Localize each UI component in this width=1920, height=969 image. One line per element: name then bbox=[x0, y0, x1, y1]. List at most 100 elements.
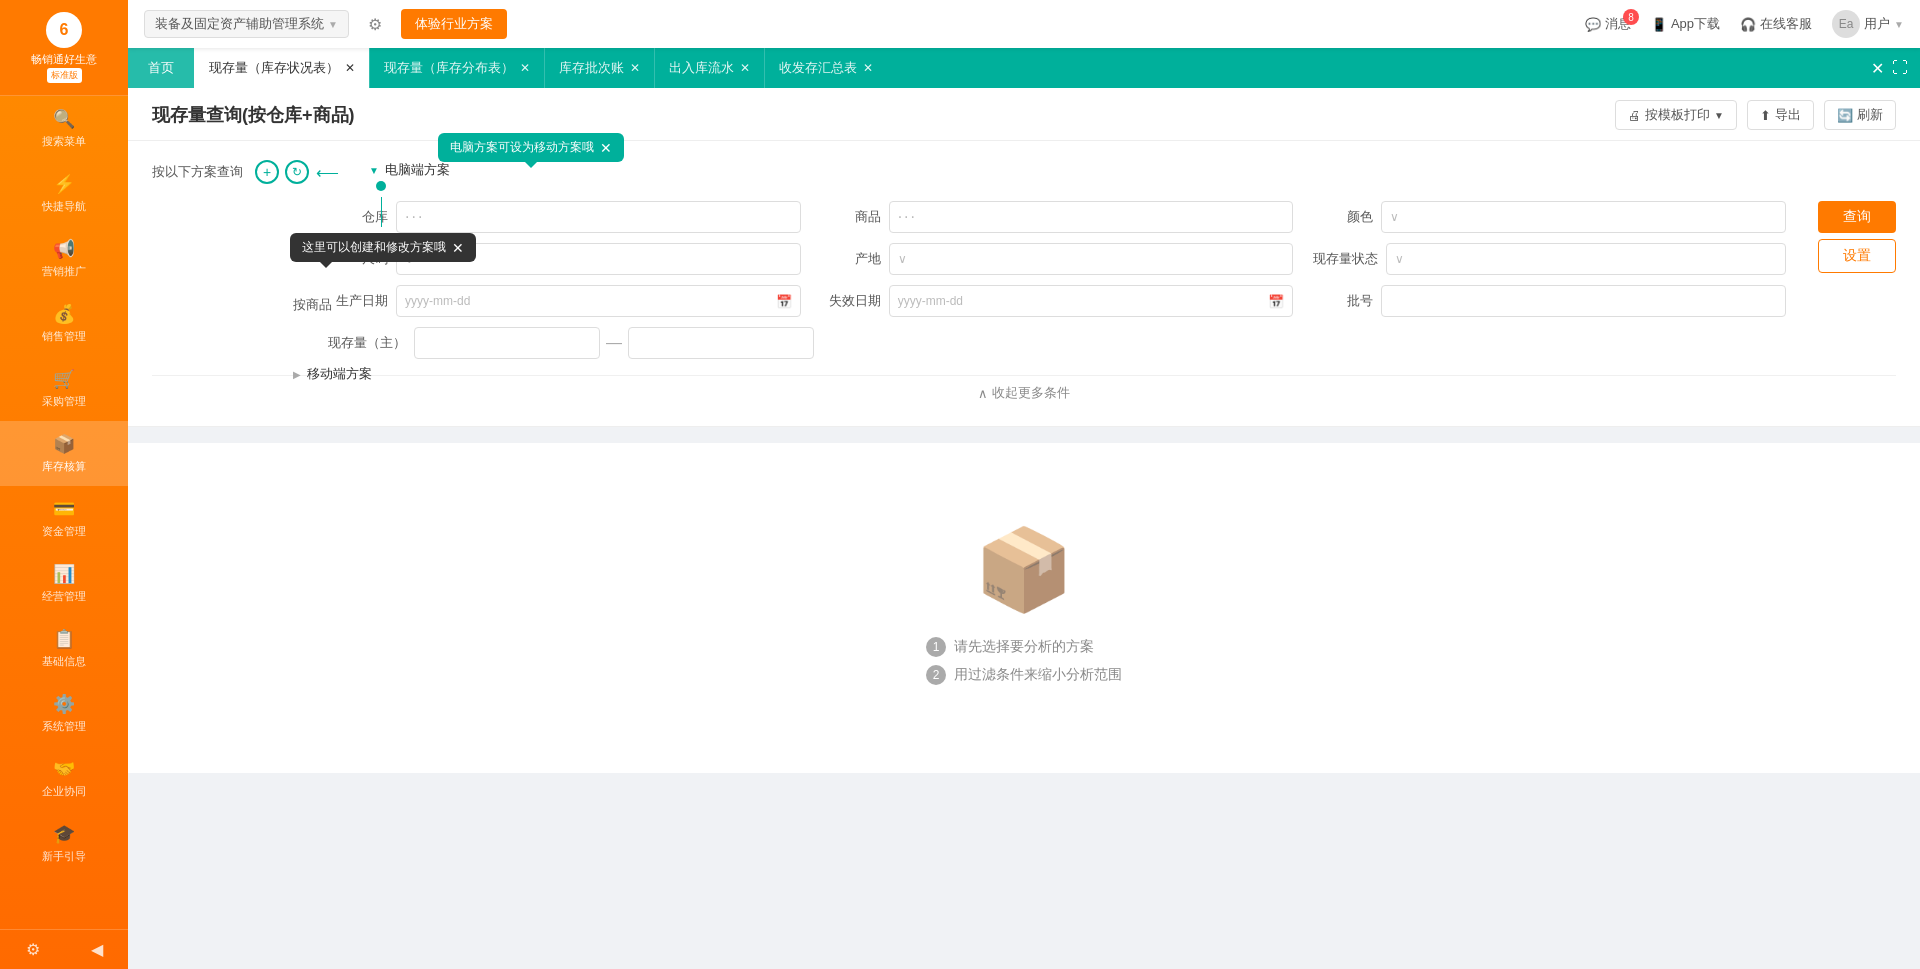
page-title-row: 现存量查询(按仓库+商品) 🖨 按模板打印 ▼ ⬆ 导出 🔄 刷新 bbox=[152, 100, 1896, 140]
search-menu-icon: 🔍 bbox=[53, 108, 75, 130]
scheme-group-mobile: ▶ 移动端方案 bbox=[293, 361, 372, 387]
tab-close-icon[interactable]: ✕ bbox=[863, 61, 873, 75]
maximize-button[interactable]: ⛶ bbox=[1892, 59, 1908, 77]
goods-input[interactable]: ··· bbox=[889, 201, 1294, 233]
tooltip-create-text: 这里可以创建和修改方案哦 bbox=[302, 239, 446, 256]
settings-button[interactable]: ⚙ bbox=[26, 940, 40, 959]
sidebar-item-search-menu[interactable]: 🔍 搜索菜单 bbox=[0, 96, 128, 161]
sidebar-item-guide[interactable]: 🎓 新手引导 bbox=[0, 811, 128, 876]
range-separator: — bbox=[606, 334, 622, 352]
scheme-group-header-mobile[interactable]: ▶ 移动端方案 bbox=[293, 361, 372, 387]
tab-collect-send[interactable]: 收发存汇总表 ✕ bbox=[764, 48, 887, 88]
tab-home[interactable]: 首页 bbox=[128, 48, 194, 88]
scheme-sub-item: 按商品 bbox=[293, 296, 332, 314]
tab-inventory-dist[interactable]: 现存量（库存分布表） ✕ bbox=[369, 48, 544, 88]
refresh-button[interactable]: 🔄 刷新 bbox=[1824, 100, 1896, 130]
goods-label: 商品 bbox=[821, 208, 881, 226]
sidebar-item-label: 新手引导 bbox=[42, 849, 86, 864]
step-num-1: 1 bbox=[926, 637, 946, 657]
message-button[interactable]: 💬 消息 8 bbox=[1585, 15, 1631, 33]
topbar-left: 装备及固定资产辅助管理系统 ▼ ⚙ 体验行业方案 bbox=[144, 9, 507, 39]
online-service-button[interactable]: 🎧 在线客服 bbox=[1740, 15, 1812, 33]
app-logo-icon: 6 bbox=[46, 12, 82, 48]
sidebar-item-enterprise[interactable]: 🤝 企业协同 bbox=[0, 746, 128, 811]
filter-expire-date: 失效日期 yyyy-mm-dd 📅 bbox=[821, 285, 1294, 317]
select-arrow-icon: ∨ bbox=[898, 252, 907, 266]
topbar-right: 💬 消息 8 📱 App下载 🎧 在线客服 Ea 用户 ▼ bbox=[1585, 10, 1904, 38]
tab-close-icon[interactable]: ✕ bbox=[345, 61, 355, 75]
sidebar-item-system[interactable]: ⚙️ 系统管理 bbox=[0, 681, 128, 746]
collapse-sidebar-button[interactable]: ◀ bbox=[91, 940, 103, 959]
select-arrow-icon: ∨ bbox=[1390, 210, 1399, 224]
refresh-scheme-button[interactable]: ↻ bbox=[285, 160, 309, 184]
sidebar-item-quick-nav[interactable]: ⚡ 快捷导航 bbox=[0, 161, 128, 226]
sidebar-nav: 🔍 搜索菜单 ⚡ 快捷导航 📢 营销推广 💰 销售管理 🛒 采购管理 📦 库存核… bbox=[0, 96, 128, 929]
expire-date-input[interactable]: yyyy-mm-dd 📅 bbox=[889, 285, 1294, 317]
page-content: 现存量查询(按仓库+商品) 🖨 按模板打印 ▼ ⬆ 导出 🔄 刷新 bbox=[128, 88, 1920, 969]
batch-no-input[interactable] bbox=[1381, 285, 1786, 317]
template-print-button[interactable]: 🖨 按模板打印 ▼ bbox=[1615, 100, 1737, 130]
tab-close-icon[interactable]: ✕ bbox=[520, 61, 530, 75]
sidebar-item-finance[interactable]: 💳 资金管理 bbox=[0, 486, 128, 551]
sidebar-item-label: 资金管理 bbox=[42, 524, 86, 539]
filter-stock-status: 现存量状态 ∨ bbox=[1313, 243, 1786, 275]
chevron-down-icon: ▼ bbox=[328, 19, 338, 30]
sidebar-item-operations[interactable]: 📊 经营管理 bbox=[0, 551, 128, 616]
online-service-label: 在线客服 bbox=[1760, 15, 1812, 33]
back-button[interactable]: ⟵ bbox=[315, 160, 339, 184]
sidebar-item-label: 销售管理 bbox=[42, 329, 86, 344]
settings-gear-button[interactable]: ⚙ bbox=[361, 10, 389, 38]
color-label: 颜色 bbox=[1313, 208, 1373, 226]
user-profile[interactable]: Ea 用户 ▼ bbox=[1832, 10, 1904, 38]
step-2-text: 用过滤条件来缩小分析范围 bbox=[954, 666, 1122, 684]
app-download-button[interactable]: 📱 App下载 bbox=[1651, 15, 1720, 33]
sidebar-item-purchase[interactable]: 🛒 采购管理 bbox=[0, 356, 128, 421]
origin-input[interactable]: ∨ bbox=[889, 243, 1294, 275]
tab-close-icon[interactable]: ✕ bbox=[740, 61, 750, 75]
dot-indicator bbox=[376, 177, 386, 229]
arrow-icon: ▼ bbox=[369, 165, 379, 176]
stock-main-label: 现存量（主） bbox=[328, 334, 406, 352]
produce-date-label: 生产日期 bbox=[328, 292, 388, 310]
sidebar-item-inventory[interactable]: 📦 库存核算 bbox=[0, 421, 128, 486]
warehouse-input[interactable]: ··· bbox=[396, 201, 801, 233]
set-button[interactable]: 设置 bbox=[1818, 239, 1896, 273]
collapse-button[interactable]: ∧ 收起更多条件 bbox=[978, 384, 1070, 402]
system-selector[interactable]: 装备及固定资产辅助管理系统 ▼ bbox=[144, 10, 349, 38]
add-scheme-button[interactable]: + bbox=[255, 160, 279, 184]
main-content: 装备及固定资产辅助管理系统 ▼ ⚙ 体验行业方案 💬 消息 8 📱 App下载 … bbox=[128, 0, 1920, 969]
produce-date-input[interactable]: yyyy-mm-dd 📅 bbox=[396, 285, 801, 317]
collapse-row: ∧ 收起更多条件 bbox=[152, 375, 1896, 410]
tooltip-create-close[interactable]: ✕ bbox=[452, 240, 464, 256]
tab-label: 收发存汇总表 bbox=[779, 59, 857, 77]
filter-row-1: 仓库 ··· 商品 ··· bbox=[328, 201, 1786, 233]
search-bar-row: 按以下方案查询 + ↻ ⟵ ▼ 电脑端方案 bbox=[152, 157, 1896, 187]
query-button[interactable]: 查询 bbox=[1818, 201, 1896, 233]
sidebar-item-sales[interactable]: 💰 销售管理 bbox=[0, 291, 128, 356]
filter-produce-date: 生产日期 yyyy-mm-dd 📅 bbox=[328, 285, 801, 317]
filter-section: 仓库 ··· 商品 ··· bbox=[152, 201, 1896, 367]
sidebar-item-basic[interactable]: 📋 基础信息 bbox=[0, 616, 128, 681]
sidebar-item-label: 企业协同 bbox=[42, 784, 86, 799]
stock-status-input[interactable]: ∨ bbox=[1386, 243, 1786, 275]
sidebar-logo: 6 畅销通好生意 标准版 bbox=[0, 0, 128, 96]
tab-in-out-flow[interactable]: 出入库流水 ✕ bbox=[654, 48, 764, 88]
tab-inventory-status[interactable]: 现存量（库存状况表） ✕ bbox=[194, 48, 369, 88]
avatar: Ea bbox=[1832, 10, 1860, 38]
export-button[interactable]: ⬆ 导出 bbox=[1747, 100, 1814, 130]
tab-close-icon[interactable]: ✕ bbox=[630, 61, 640, 75]
tooltip-scheme-close[interactable]: ✕ bbox=[600, 140, 612, 156]
sidebar-item-marketing[interactable]: 📢 营销推广 bbox=[0, 226, 128, 291]
empty-illustration: 📦 bbox=[974, 523, 1074, 617]
expire-date-label: 失效日期 bbox=[821, 292, 881, 310]
close-tab-button[interactable]: ✕ bbox=[1871, 59, 1884, 78]
stock-main-max-input[interactable] bbox=[628, 327, 814, 359]
stock-main-min-input[interactable] bbox=[414, 327, 600, 359]
tab-batch-ledger[interactable]: 库存批次账 ✕ bbox=[544, 48, 654, 88]
sidebar-item-label: 营销推广 bbox=[42, 264, 86, 279]
empty-step-2: 2 用过滤条件来缩小分析范围 bbox=[926, 665, 1122, 685]
user-dropdown-icon: ▼ bbox=[1894, 19, 1904, 30]
collapse-icon: ∧ bbox=[978, 386, 988, 401]
industry-plan-button[interactable]: 体验行业方案 bbox=[401, 9, 507, 39]
color-input[interactable]: ∨ bbox=[1381, 201, 1786, 233]
